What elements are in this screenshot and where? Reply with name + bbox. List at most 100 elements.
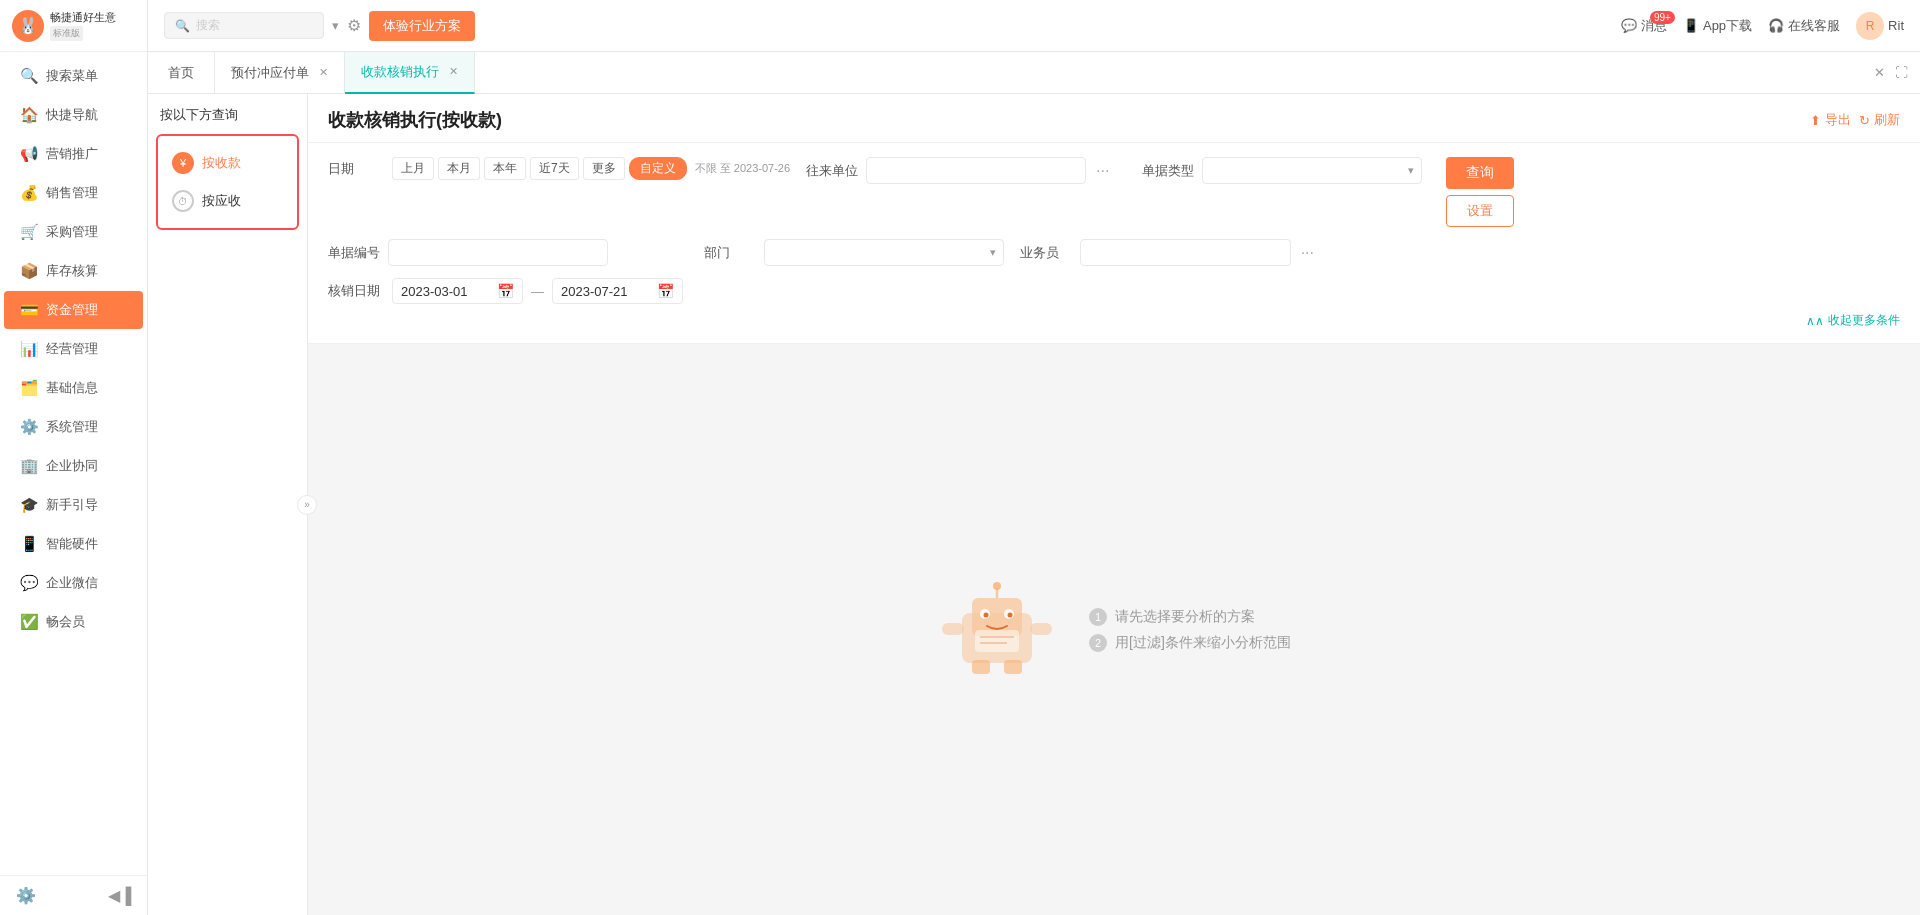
header-gear-icon[interactable]: ⚙	[347, 16, 361, 35]
svg-rect-12	[975, 630, 1019, 652]
sidebar-item-finance[interactable]: 💳 资金管理	[4, 291, 143, 329]
sidebar-menu: 🔍 搜索菜单 🏠 快捷导航 📢 营销推广 💰 销售管理 🛒 采购管理 📦 库存核…	[0, 52, 147, 875]
sidebar-item-marketing[interactable]: 📢 营销推广	[4, 135, 143, 173]
receivable-icon: ⏱	[172, 190, 194, 212]
sidebar-item-guide[interactable]: 🎓 新手引导	[4, 486, 143, 524]
tab-home[interactable]: 首页	[148, 52, 215, 94]
folder-icon: 🗂️	[20, 379, 38, 397]
counterparty-label: 往来单位	[806, 162, 862, 180]
notification-badge: 99+	[1650, 11, 1675, 24]
sidebar-item-purchase[interactable]: 🛒 采购管理	[4, 213, 143, 251]
header-dropdown-icon[interactable]: ▾	[332, 18, 339, 33]
tab-close-writeoff[interactable]: ✕	[449, 65, 458, 78]
calendar-to-icon[interactable]: 📅	[657, 283, 674, 299]
filter-area: 日期 上月 本月 本年 近7天 更多 自定义 不限 至 2023-07-26	[308, 143, 1920, 344]
tab-expand-icon[interactable]: ⛶	[1895, 65, 1908, 80]
message-icon: 💬	[1621, 18, 1637, 33]
sidebar-item-operations[interactable]: 📊 经营管理	[4, 330, 143, 368]
export-button[interactable]: ⬆ 导出	[1810, 111, 1851, 129]
tab-prepay-label: 预付冲应付单	[231, 64, 309, 82]
doc-type-select[interactable]	[1202, 157, 1422, 184]
cart-icon: 🛒	[20, 223, 38, 241]
date-btn-this-month[interactable]: 本月	[438, 157, 480, 180]
sidebar-item-basic-info[interactable]: 🗂️ 基础信息	[4, 369, 143, 407]
svg-point-5	[1008, 613, 1013, 618]
sidebar-item-label: 系统管理	[46, 418, 98, 436]
salesperson-dots-btn[interactable]: ···	[1295, 242, 1320, 264]
search-icon: 🔍	[175, 19, 190, 33]
sidebar-item-label: 采购管理	[46, 223, 98, 241]
writeoff-date-to-wrapper: 📅	[552, 278, 683, 304]
search-icon: 🔍	[20, 67, 38, 85]
export-icon: ⬆	[1810, 113, 1821, 128]
sidebar-item-label: 畅会员	[46, 613, 85, 631]
search-placeholder: 搜索	[196, 17, 220, 34]
tab-prepay[interactable]: 预付冲应付单 ✕	[215, 52, 345, 94]
notification-item[interactable]: 💬 消息 99+	[1621, 17, 1667, 35]
doc-number-input[interactable]	[388, 239, 608, 266]
setting-button[interactable]: 设置	[1446, 195, 1514, 227]
app-download-item[interactable]: 📱 App下载	[1683, 17, 1752, 35]
doc-number-label: 单据编号	[328, 244, 384, 262]
filter-by-receivable[interactable]: ⏱ 按应收	[162, 182, 293, 220]
tab-bar-actions: ✕ ⛶	[1874, 65, 1920, 80]
empty-state: 1 请先选择要分析的方案 2 用[过滤]条件来缩小分析范围	[937, 578, 1291, 681]
date-btn-this-year[interactable]: 本年	[484, 157, 526, 180]
sidebar-item-sales[interactable]: 💰 销售管理	[4, 174, 143, 212]
header-right: 💬 消息 99+ 📱 App下载 🎧 在线客服 R Rit	[1621, 12, 1904, 40]
date-btn-last-month[interactable]: 上月	[392, 157, 434, 180]
page-actions: ⬆ 导出 ↻ 刷新	[1810, 111, 1900, 129]
writeoff-date-from-wrapper: 📅	[392, 278, 523, 304]
tab-writeoff[interactable]: 收款核销执行 ✕	[345, 52, 475, 94]
tip-text-2: 用[过滤]条件来缩小分析范围	[1115, 634, 1291, 652]
sidebar-item-enterprise[interactable]: 🏢 企业协同	[4, 447, 143, 485]
writeoff-date-to-input[interactable]	[561, 284, 651, 299]
sidebar-item-system[interactable]: ⚙️ 系统管理	[4, 408, 143, 446]
filter-by-receipt[interactable]: ¥ 按收款	[162, 144, 293, 182]
sidebar-item-inventory[interactable]: 📦 库存核算	[4, 252, 143, 290]
query-button[interactable]: 查询	[1446, 157, 1514, 189]
solution-button[interactable]: 体验行业方案	[369, 11, 475, 41]
sidebar-item-label: 销售管理	[46, 184, 98, 202]
svg-rect-11	[1004, 660, 1022, 674]
money-icon: 💰	[20, 184, 38, 202]
date-to-text: 至 2023-07-26	[720, 162, 790, 174]
header-search-box[interactable]: 🔍 搜索	[164, 12, 324, 39]
counterparty-dots-btn[interactable]: ···	[1090, 160, 1115, 182]
user-profile[interactable]: R Rit	[1856, 12, 1904, 40]
date-btn-7days[interactable]: 近7天	[530, 157, 579, 180]
hardware-icon: 📱	[20, 535, 38, 553]
date-btn-more[interactable]: 更多	[583, 157, 625, 180]
sidebar-item-quick-nav[interactable]: 🏠 快捷导航	[4, 96, 143, 134]
sidebar-item-member[interactable]: ✅ 畅会员	[4, 603, 143, 641]
date-custom-badge[interactable]: 自定义	[629, 157, 687, 180]
collapse-conditions-btn[interactable]: ∧∧ 收起更多条件	[1806, 312, 1900, 329]
filter-by-receipt-label: 按收款	[202, 154, 241, 172]
tab-close-all-icon[interactable]: ✕	[1874, 65, 1885, 80]
writeoff-date-from-input[interactable]	[401, 284, 491, 299]
salesperson-input[interactable]	[1080, 239, 1291, 266]
date-label: 日期	[328, 160, 384, 178]
tab-close-prepay[interactable]: ✕	[319, 66, 328, 79]
wechat-icon: 💬	[20, 574, 38, 592]
svg-rect-9	[1030, 623, 1052, 635]
settings-bottom-icon[interactable]: ⚙️	[16, 886, 36, 905]
writeoff-date-label: 核销日期	[328, 282, 384, 300]
counterparty-input[interactable]	[866, 157, 1086, 184]
sidebar-item-search[interactable]: 🔍 搜索菜单	[4, 57, 143, 95]
sidebar-item-hardware[interactable]: 📱 智能硬件	[4, 525, 143, 563]
sidebar-item-label: 新手引导	[46, 496, 98, 514]
svg-rect-8	[942, 623, 964, 635]
collapse-sidebar-icon[interactable]: ◀▐	[108, 886, 131, 905]
left-panel-collapse-btn[interactable]: »	[297, 495, 317, 515]
collapse-icon: ∧∧	[1806, 314, 1824, 328]
sidebar-item-label: 基础信息	[46, 379, 98, 397]
left-panel: 按以下方查询 ¥ 按收款 ⏱ 按应收 »	[148, 94, 308, 915]
online-support-item[interactable]: 🎧 在线客服	[1768, 17, 1840, 35]
department-select[interactable]	[764, 239, 1004, 266]
header-left: 🔍 搜索 ▾ ⚙ 体验行业方案	[164, 11, 475, 41]
refresh-button[interactable]: ↻ 刷新	[1859, 111, 1900, 129]
sidebar-item-wechat[interactable]: 💬 企业微信	[4, 564, 143, 602]
calendar-from-icon[interactable]: 📅	[497, 283, 514, 299]
main-area: 🔍 搜索 ▾ ⚙ 体验行业方案 💬 消息 99+ 📱 App下载 🎧 在线客服	[148, 0, 1920, 915]
